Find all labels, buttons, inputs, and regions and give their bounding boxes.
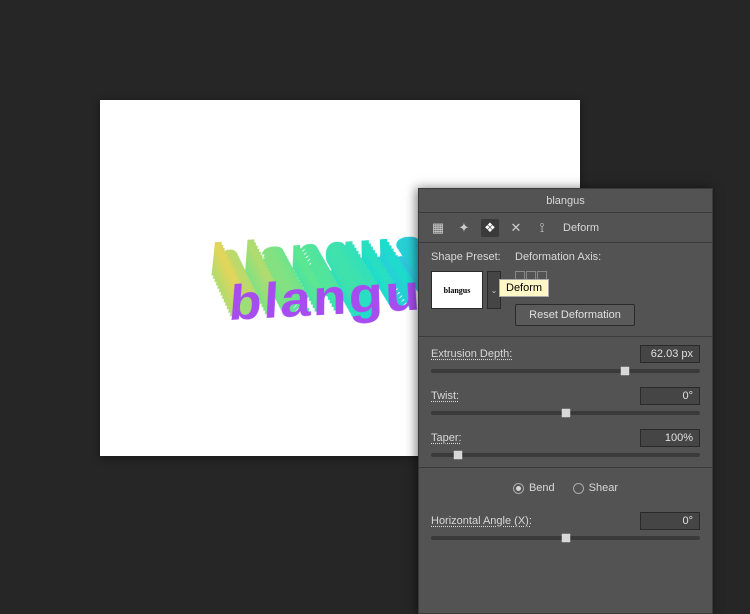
properties-panel: blangus ▦ ✦ ❖ ✕ ⟟ Deform Deform Shape Pr… bbox=[418, 188, 713, 614]
twist-value[interactable]: 0° bbox=[640, 387, 700, 405]
slider-thumb[interactable] bbox=[557, 530, 574, 547]
tab-mesh-icon[interactable]: ▦ bbox=[429, 219, 447, 237]
tab-cap-icon[interactable]: ✕ bbox=[507, 219, 525, 237]
extrusion-depth-group: Extrusion Depth: 62.03 px bbox=[419, 337, 712, 379]
radio-shear-label: Shear bbox=[589, 482, 618, 494]
radio-bend[interactable]: Bend bbox=[513, 482, 555, 494]
panel-title: blangus bbox=[419, 189, 712, 213]
slider-thumb[interactable] bbox=[616, 363, 633, 380]
deformation-axis-label: Deformation Axis: bbox=[515, 251, 700, 263]
tab-scene-icon[interactable]: ✦ bbox=[455, 219, 473, 237]
twist-group: Twist: 0° bbox=[419, 379, 712, 421]
taper-label[interactable]: Taper: bbox=[431, 432, 462, 444]
active-tab-label: Deform bbox=[563, 222, 599, 234]
tab-deform-icon[interactable]: ❖ bbox=[481, 219, 499, 237]
tab-coord-icon[interactable]: ⟟ bbox=[533, 219, 551, 237]
radio-shear[interactable]: Shear bbox=[573, 482, 618, 494]
horizontal-angle-group: Horizontal Angle (X): 0° bbox=[419, 504, 712, 546]
radio-dot-icon bbox=[573, 483, 584, 494]
panel-tab-bar: ▦ ✦ ❖ ✕ ⟟ Deform bbox=[419, 213, 712, 243]
taper-slider[interactable] bbox=[431, 453, 700, 457]
extrusion-depth-label[interactable]: Extrusion Depth: bbox=[431, 348, 512, 360]
section-divider bbox=[419, 467, 712, 468]
horizontal-angle-label[interactable]: Horizontal Angle (X): bbox=[431, 515, 532, 527]
deform-top-section: Deform Shape Preset: blangus ⌄ Deformati… bbox=[419, 243, 712, 337]
taper-group: Taper: 100% bbox=[419, 421, 712, 463]
slider-thumb[interactable] bbox=[557, 405, 574, 422]
twist-label[interactable]: Twist: bbox=[431, 390, 459, 402]
radio-dot-icon bbox=[513, 483, 524, 494]
radio-bend-label: Bend bbox=[529, 482, 555, 494]
bend-shear-radios: Bend Shear bbox=[419, 472, 712, 504]
preset-thumb-text: blangus bbox=[444, 286, 471, 295]
extrusion-depth-slider[interactable] bbox=[431, 369, 700, 373]
horizontal-angle-slider[interactable] bbox=[431, 536, 700, 540]
shape-preset-thumb[interactable]: blangus bbox=[431, 271, 483, 309]
reset-deformation-button[interactable]: Reset Deformation bbox=[515, 304, 635, 326]
horizontal-angle-value[interactable]: 0° bbox=[640, 512, 700, 530]
taper-value[interactable]: 100% bbox=[640, 429, 700, 447]
shape-preset-label: Shape Preset: bbox=[431, 251, 501, 263]
extrusion-depth-value[interactable]: 62.03 px bbox=[640, 345, 700, 363]
twist-slider[interactable] bbox=[431, 411, 700, 415]
slider-thumb[interactable] bbox=[449, 447, 466, 464]
tooltip-deform: Deform bbox=[499, 279, 549, 297]
